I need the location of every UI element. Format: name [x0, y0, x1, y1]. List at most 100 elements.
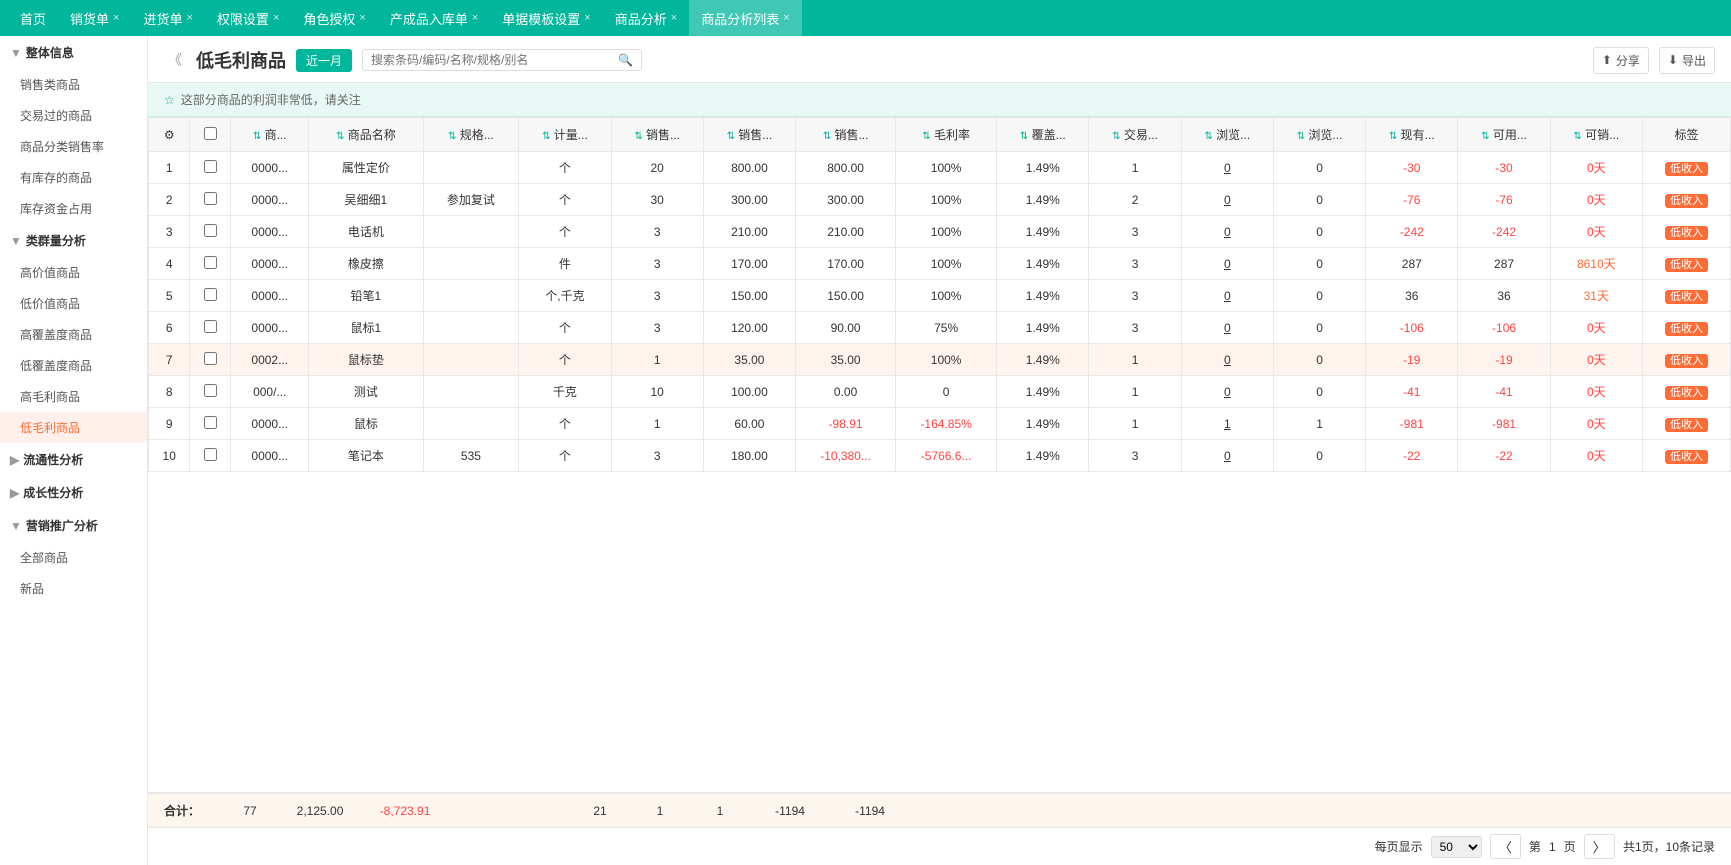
date-filter-button[interactable]: 近一月	[296, 49, 352, 72]
col-margin[interactable]: ⇅ 毛利率	[896, 118, 997, 152]
row-checkbox[interactable]	[204, 192, 217, 205]
select-all-checkbox[interactable]	[204, 127, 217, 140]
cell-view1[interactable]: 0	[1181, 344, 1273, 376]
cell-view1[interactable]: 0	[1181, 376, 1273, 408]
nav-product-analysis[interactable]: 商品分析 ×	[603, 0, 689, 36]
per-page-select[interactable]: 50 20 100	[1431, 836, 1482, 858]
col-tag[interactable]: 标签	[1642, 118, 1730, 152]
col-sellable[interactable]: ⇅ 可销...	[1550, 118, 1642, 152]
nav-product-analysis-list[interactable]: 商品分析列表 ×	[689, 0, 801, 36]
cell-view1[interactable]: 0	[1181, 152, 1273, 184]
sidebar-item-low-value[interactable]: 低价值商品	[0, 288, 147, 319]
total-view1: 1	[630, 804, 690, 818]
nav-product-inbound[interactable]: 产成品入库单 ×	[378, 0, 490, 36]
sidebar-item-new-goods[interactable]: 新品	[0, 573, 147, 604]
row-checkbox[interactable]	[204, 288, 217, 301]
sidebar-item-inventory-capital[interactable]: 库存资金占用	[0, 193, 147, 224]
col-available[interactable]: ⇅ 可用...	[1458, 118, 1550, 152]
cell-checkbox[interactable]	[190, 408, 231, 440]
search-icon[interactable]: 🔍	[618, 53, 633, 67]
col-sales-amount[interactable]: ⇅ 销售...	[703, 118, 795, 152]
sidebar-item-high-coverage[interactable]: 高覆盖度商品	[0, 319, 147, 350]
col-coverage[interactable]: ⇅ 覆盖...	[997, 118, 1089, 152]
cell-checkbox[interactable]	[190, 376, 231, 408]
sidebar-item-high-margin[interactable]: 高毛利商品	[0, 381, 147, 412]
cell-view1[interactable]: 0	[1181, 440, 1273, 472]
sidebar-item-traded-goods[interactable]: 交易过的商品	[0, 100, 147, 131]
sidebar-item-sales-goods[interactable]: 销售类商品	[0, 69, 147, 100]
nav-template-settings[interactable]: 单据模板设置 ×	[490, 0, 602, 36]
search-input[interactable]	[371, 53, 614, 67]
cell-view1[interactable]: 0	[1181, 280, 1273, 312]
share-button[interactable]: ⬆ 分享	[1593, 47, 1649, 74]
col-trade[interactable]: ⇅ 交易...	[1089, 118, 1181, 152]
col-unit[interactable]: ⇅ 计量...	[519, 118, 611, 152]
row-checkbox[interactable]	[204, 352, 217, 365]
sidebar-item-all-goods[interactable]: 全部商品	[0, 542, 147, 573]
col-code[interactable]: ⇅ 商...	[231, 118, 309, 152]
row-checkbox[interactable]	[204, 320, 217, 333]
nav-sales-order[interactable]: 销货单 ×	[58, 0, 131, 36]
sidebar-item-high-value[interactable]: 高价值商品	[0, 257, 147, 288]
close-icon[interactable]: ×	[273, 12, 279, 24]
cell-checkbox[interactable]	[190, 280, 231, 312]
sidebar-item-low-coverage[interactable]: 低覆盖度商品	[0, 350, 147, 381]
row-checkbox[interactable]	[204, 448, 217, 461]
sidebar-group-growth[interactable]: ▶ 成长性分析	[0, 476, 147, 509]
cell-view1[interactable]: 1	[1181, 408, 1273, 440]
row-checkbox[interactable]	[204, 224, 217, 237]
cell-checkbox[interactable]	[190, 152, 231, 184]
cell-coverage: 1.49%	[997, 408, 1089, 440]
cell-checkbox[interactable]	[190, 248, 231, 280]
close-icon[interactable]: ×	[186, 12, 192, 24]
col-current[interactable]: ⇅ 现有...	[1366, 118, 1458, 152]
close-icon[interactable]: ×	[671, 12, 677, 24]
nav-purchase-order[interactable]: 进货单 ×	[131, 0, 204, 36]
sidebar-item-in-stock-goods[interactable]: 有库存的商品	[0, 162, 147, 193]
cell-no: 6	[149, 312, 190, 344]
export-button[interactable]: ⬇ 导出	[1659, 47, 1715, 74]
row-checkbox[interactable]	[204, 416, 217, 429]
next-page-button[interactable]: 〉	[1584, 834, 1615, 859]
table-footer: 合计： 77 2,125.00 -8,723.91 21 1 1 -1194 -…	[148, 792, 1731, 827]
cell-view1[interactable]: 0	[1181, 216, 1273, 248]
cell-view1[interactable]: 0	[1181, 248, 1273, 280]
col-sales-profit[interactable]: ⇅ 销售...	[796, 118, 896, 152]
col-sales-count[interactable]: ⇅ 销售...	[611, 118, 703, 152]
col-spec[interactable]: ⇅ 规格...	[423, 118, 519, 152]
nav-home[interactable]: 首页	[8, 0, 58, 36]
row-checkbox[interactable]	[204, 384, 217, 397]
cell-view2: 0	[1273, 184, 1365, 216]
row-checkbox[interactable]	[204, 160, 217, 173]
sidebar-group-marketing[interactable]: ▼ 营销推广分析	[0, 509, 147, 542]
cell-checkbox[interactable]	[190, 216, 231, 248]
cell-view1[interactable]: 0	[1181, 312, 1273, 344]
cell-current: -106	[1366, 312, 1458, 344]
chevron-down-icon: ▼	[10, 519, 22, 533]
close-icon[interactable]: ×	[584, 12, 590, 24]
col-settings[interactable]: ⚙	[149, 118, 190, 152]
sidebar-item-category-sales-rate[interactable]: 商品分类销售率	[0, 131, 147, 162]
col-view2[interactable]: ⇅ 浏览...	[1273, 118, 1365, 152]
sidebar-group-circulation[interactable]: ▶ 流通性分析	[0, 443, 147, 476]
sidebar-item-low-margin[interactable]: 低毛利商品	[0, 412, 147, 443]
cell-view1[interactable]: 0	[1181, 184, 1273, 216]
close-icon[interactable]: ×	[359, 12, 365, 24]
col-name[interactable]: ⇅ 商品名称	[309, 118, 423, 152]
row-checkbox[interactable]	[204, 256, 217, 269]
sidebar-group-overall[interactable]: ▼ 整体信息	[0, 36, 147, 69]
sidebar-group-cluster[interactable]: ▼ 类群量分析	[0, 224, 147, 257]
cell-checkbox[interactable]	[190, 312, 231, 344]
close-icon[interactable]: ×	[472, 12, 478, 24]
close-icon[interactable]: ×	[783, 12, 789, 24]
nav-permission-settings[interactable]: 权限设置 ×	[205, 0, 291, 36]
prev-page-button[interactable]: 〈	[1490, 834, 1521, 859]
cell-checkbox[interactable]	[190, 184, 231, 216]
col-view1[interactable]: ⇅ 浏览...	[1181, 118, 1273, 152]
col-checkbox[interactable]	[190, 118, 231, 152]
nav-role-auth[interactable]: 角色授权 ×	[291, 0, 377, 36]
cell-checkbox[interactable]	[190, 344, 231, 376]
close-icon[interactable]: ×	[113, 12, 119, 24]
collapse-sidebar-button[interactable]: 《	[164, 46, 186, 74]
cell-checkbox[interactable]	[190, 440, 231, 472]
